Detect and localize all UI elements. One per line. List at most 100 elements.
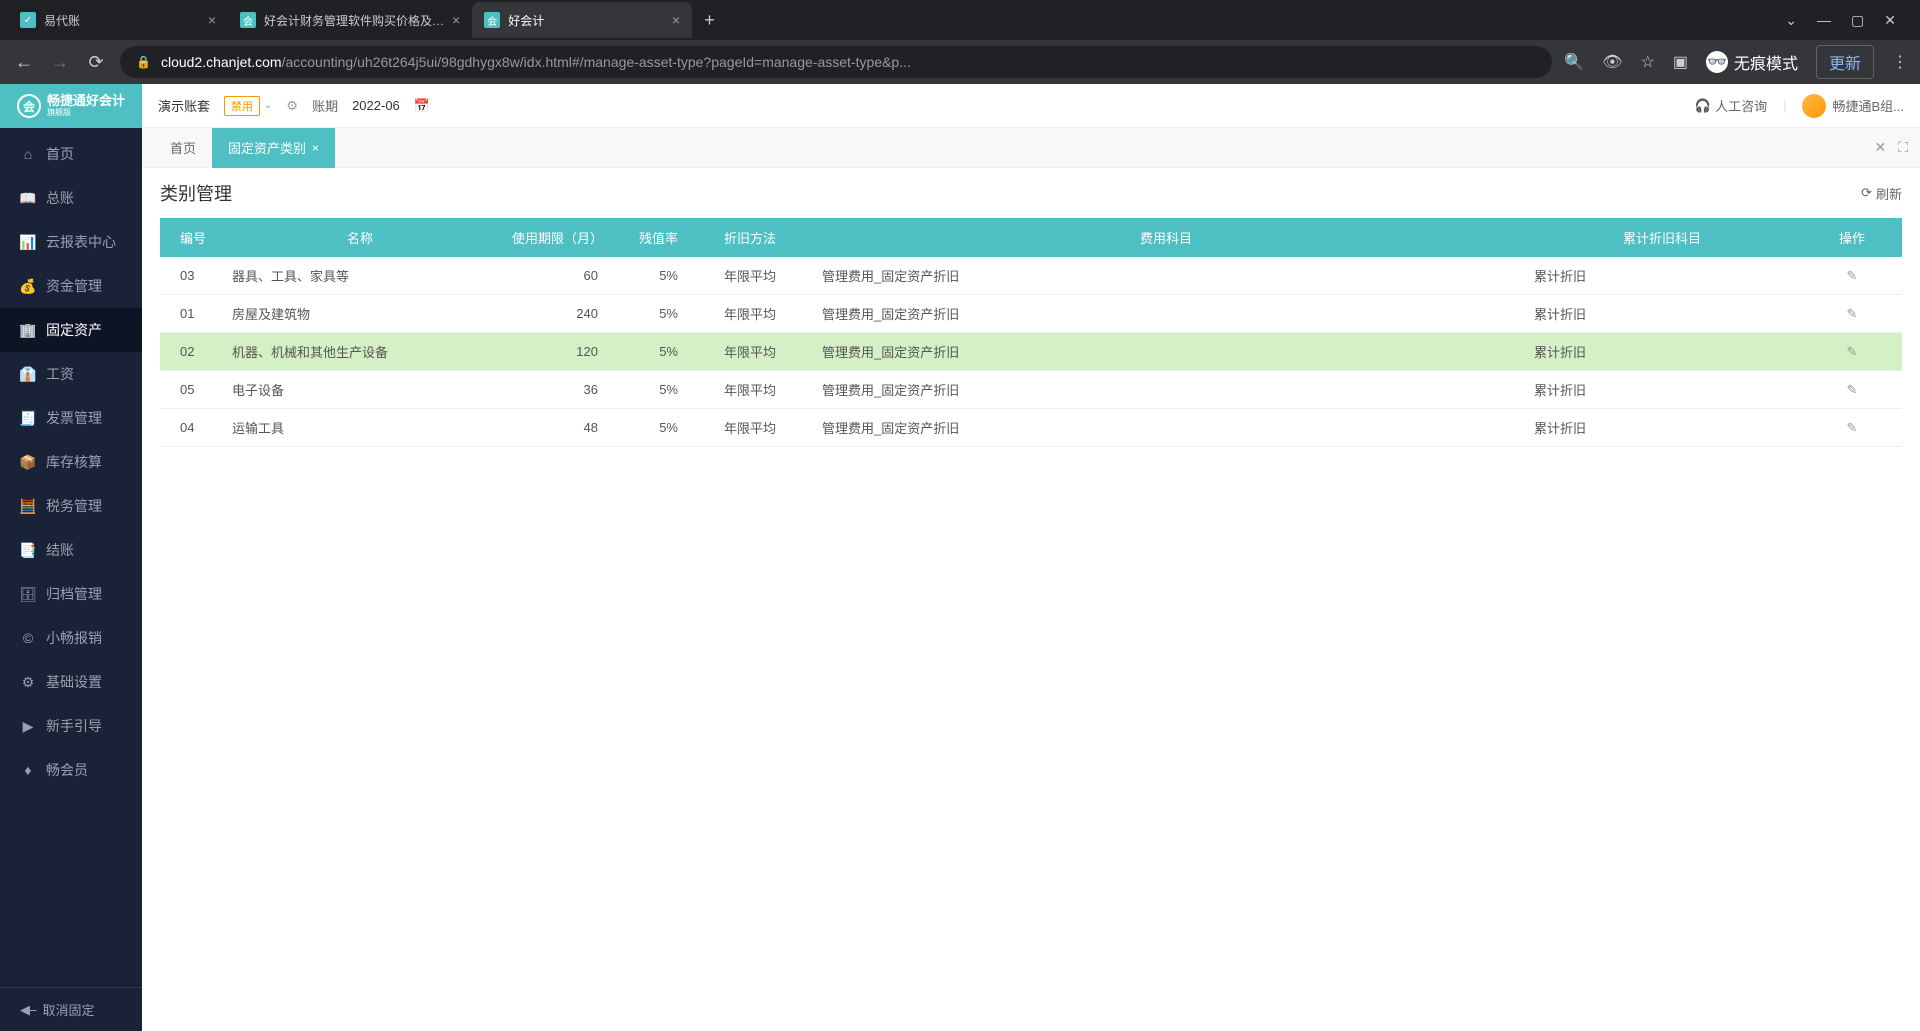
avatar — [1802, 94, 1826, 118]
back-button[interactable]: ← — [12, 52, 36, 73]
th-residual[interactable]: 残值率 — [610, 218, 690, 257]
period-value[interactable]: 2022-06 — [352, 98, 400, 113]
cell-action: ✎ — [1802, 371, 1902, 409]
tab-close-icon[interactable]: × — [452, 12, 460, 28]
cell-code: 02 — [160, 333, 220, 371]
update-button[interactable]: 更新 — [1816, 45, 1874, 79]
tab-close-icon[interactable]: × — [672, 12, 680, 28]
star-icon[interactable]: ☆ — [1641, 52, 1655, 72]
close-window-icon[interactable]: ✕ — [1884, 12, 1896, 29]
sidebar-item-6[interactable]: 🧾发票管理 — [0, 396, 142, 440]
minimize-icon[interactable]: — — [1817, 12, 1831, 29]
gear-icon[interactable]: ⚙ — [286, 98, 298, 114]
tab-close-icon[interactable]: × — [208, 12, 216, 28]
nav-label: 归档管理 — [46, 584, 102, 604]
cell-name: 机器、机械和其他生产设备 — [220, 333, 500, 371]
th-expense[interactable]: 费用科目 — [810, 218, 1522, 257]
tab-title: 易代账 — [44, 12, 200, 29]
sidebar-item-7[interactable]: 📦库存核算 — [0, 440, 142, 484]
table-row[interactable]: 03 器具、工具、家具等 60 5% 年限平均 管理费用_固定资产折旧 累计折旧… — [160, 257, 1902, 295]
cell-expense: 管理费用_固定资产折旧 — [810, 409, 1522, 447]
browser-tab[interactable]: ✓ 易代账 × — [8, 2, 228, 38]
cell-accum: 累计折旧 — [1522, 333, 1802, 371]
cell-name: 电子设备 — [220, 371, 500, 409]
url-bar[interactable]: 🔒 cloud2.chanjet.com/accounting/uh26t264… — [120, 46, 1552, 78]
cell-action: ✎ — [1802, 257, 1902, 295]
nav-icon: 🗄 — [20, 586, 36, 602]
th-name[interactable]: 名称 — [220, 218, 500, 257]
sidebar-item-2[interactable]: 📊云报表中心 — [0, 220, 142, 264]
edit-icon[interactable]: ✎ — [1847, 306, 1858, 321]
tabs-actions: ✕ ⛶ — [1874, 139, 1908, 156]
sidebar-item-5[interactable]: 👔工资 — [0, 352, 142, 396]
reload-button[interactable]: ⟳ — [84, 52, 108, 73]
browser-tab[interactable]: 会 好会计财务管理软件购买价格及… × — [228, 2, 472, 38]
sidebar-item-14[interactable]: ♦畅会员 — [0, 748, 142, 792]
th-method[interactable]: 折旧方法 — [690, 218, 810, 257]
new-tab-button[interactable]: + — [692, 10, 727, 31]
sidebar-item-8[interactable]: 🧮税务管理 — [0, 484, 142, 528]
extensions-icon[interactable]: ▣ — [1673, 52, 1688, 72]
chevron-down-icon[interactable]: ⌄ — [1785, 12, 1797, 29]
cell-accum: 累计折旧 — [1522, 295, 1802, 333]
logo[interactable]: 会 畅捷通好会计 旗舰版 — [0, 84, 142, 128]
th-code[interactable]: 编号 — [160, 218, 220, 257]
table-row[interactable]: 02 机器、机械和其他生产设备 120 5% 年限平均 管理费用_固定资产折旧 … — [160, 333, 1902, 371]
edit-icon[interactable]: ✎ — [1847, 344, 1858, 359]
eye-off-icon[interactable]: 👁 — [1602, 52, 1622, 72]
sidebar-item-13[interactable]: ▶新手引导 — [0, 704, 142, 748]
cell-expense: 管理费用_固定资产折旧 — [810, 333, 1522, 371]
cell-code: 03 — [160, 257, 220, 295]
cell-expense: 管理费用_固定资产折旧 — [810, 295, 1522, 333]
account-name[interactable]: 演示账套 — [158, 96, 210, 115]
sidebar-footer-toggle[interactable]: ◀⎯ 取消固定 — [0, 987, 142, 1031]
lock-icon[interactable]: 🔒 — [136, 55, 151, 69]
table-row[interactable]: 01 房屋及建筑物 240 5% 年限平均 管理费用_固定资产折旧 累计折旧 ✎ — [160, 295, 1902, 333]
table-row[interactable]: 05 电子设备 36 5% 年限平均 管理费用_固定资产折旧 累计折旧 ✎ — [160, 371, 1902, 409]
disable-tag[interactable]: 禁用 — [224, 96, 260, 116]
tab-asset-category[interactable]: 固定资产类别 × — [212, 128, 335, 168]
sidebar-item-0[interactable]: ⌂首页 — [0, 132, 142, 176]
chevron-down-icon[interactable]: ⌄ — [264, 100, 272, 111]
sidebar-item-4[interactable]: 🏢固定资产 — [0, 308, 142, 352]
tab-close-icon[interactable]: × — [312, 141, 319, 155]
table-row[interactable]: 04 运输工具 48 5% 年限平均 管理费用_固定资产折旧 累计折旧 ✎ — [160, 409, 1902, 447]
nav-icon: 📑 — [20, 542, 36, 558]
url-text: cloud2.chanjet.com/accounting/uh26t264j5… — [161, 54, 1536, 70]
fullscreen-icon[interactable]: ⛶ — [1898, 139, 1908, 156]
support-link[interactable]: 🎧 人工咨询 — [1695, 96, 1767, 115]
edit-icon[interactable]: ✎ — [1847, 268, 1858, 283]
page-header: 类别管理 ⟳ 刷新 — [160, 180, 1902, 206]
browser-tab-active[interactable]: 会 好会计 × — [472, 2, 692, 38]
nav-icon: 📖 — [20, 190, 36, 206]
th-life[interactable]: 使用期限（月） — [500, 218, 610, 257]
forward-button[interactable]: → — [48, 52, 72, 73]
sidebar-item-12[interactable]: ⚙基础设置 — [0, 660, 142, 704]
cell-method: 年限平均 — [690, 295, 810, 333]
sidebar-item-3[interactable]: 💰资金管理 — [0, 264, 142, 308]
zoom-icon[interactable]: 🔍 — [1564, 52, 1584, 72]
refresh-button[interactable]: ⟳ 刷新 — [1861, 184, 1902, 203]
cell-code: 01 — [160, 295, 220, 333]
logo-text: 畅捷通好会计 旗舰版 — [47, 94, 125, 117]
cell-method: 年限平均 — [690, 257, 810, 295]
cell-method: 年限平均 — [690, 371, 810, 409]
close-all-tabs-icon[interactable]: ✕ — [1874, 139, 1886, 156]
sidebar: 会 畅捷通好会计 旗舰版 ⌂首页📖总账📊云报表中心💰资金管理🏢固定资产👔工资🧾发… — [0, 84, 142, 1031]
th-accum[interactable]: 累计折旧科目 — [1522, 218, 1802, 257]
sidebar-item-1[interactable]: 📖总账 — [0, 176, 142, 220]
menu-icon[interactable]: ⋮ — [1892, 52, 1908, 72]
edit-icon[interactable]: ✎ — [1847, 420, 1858, 435]
th-action[interactable]: 操作 — [1802, 218, 1902, 257]
maximize-icon[interactable]: ▢ — [1851, 12, 1864, 29]
sidebar-item-11[interactable]: ©小畅报销 — [0, 616, 142, 660]
calendar-icon[interactable]: 📅 — [414, 98, 430, 114]
cell-accum: 累计折旧 — [1522, 257, 1802, 295]
page-content: 类别管理 ⟳ 刷新 编号 名称 使用期限（月） 残值率 折旧方法 费用科目 — [142, 168, 1920, 1031]
user-info[interactable]: 畅捷通B组... — [1802, 94, 1904, 118]
edit-icon[interactable]: ✎ — [1847, 382, 1858, 397]
sidebar-item-9[interactable]: 📑结账 — [0, 528, 142, 572]
sidebar-item-10[interactable]: 🗄 归档管理 — [0, 572, 142, 616]
tab-home[interactable]: 首页 — [154, 128, 212, 168]
cell-name: 器具、工具、家具等 — [220, 257, 500, 295]
